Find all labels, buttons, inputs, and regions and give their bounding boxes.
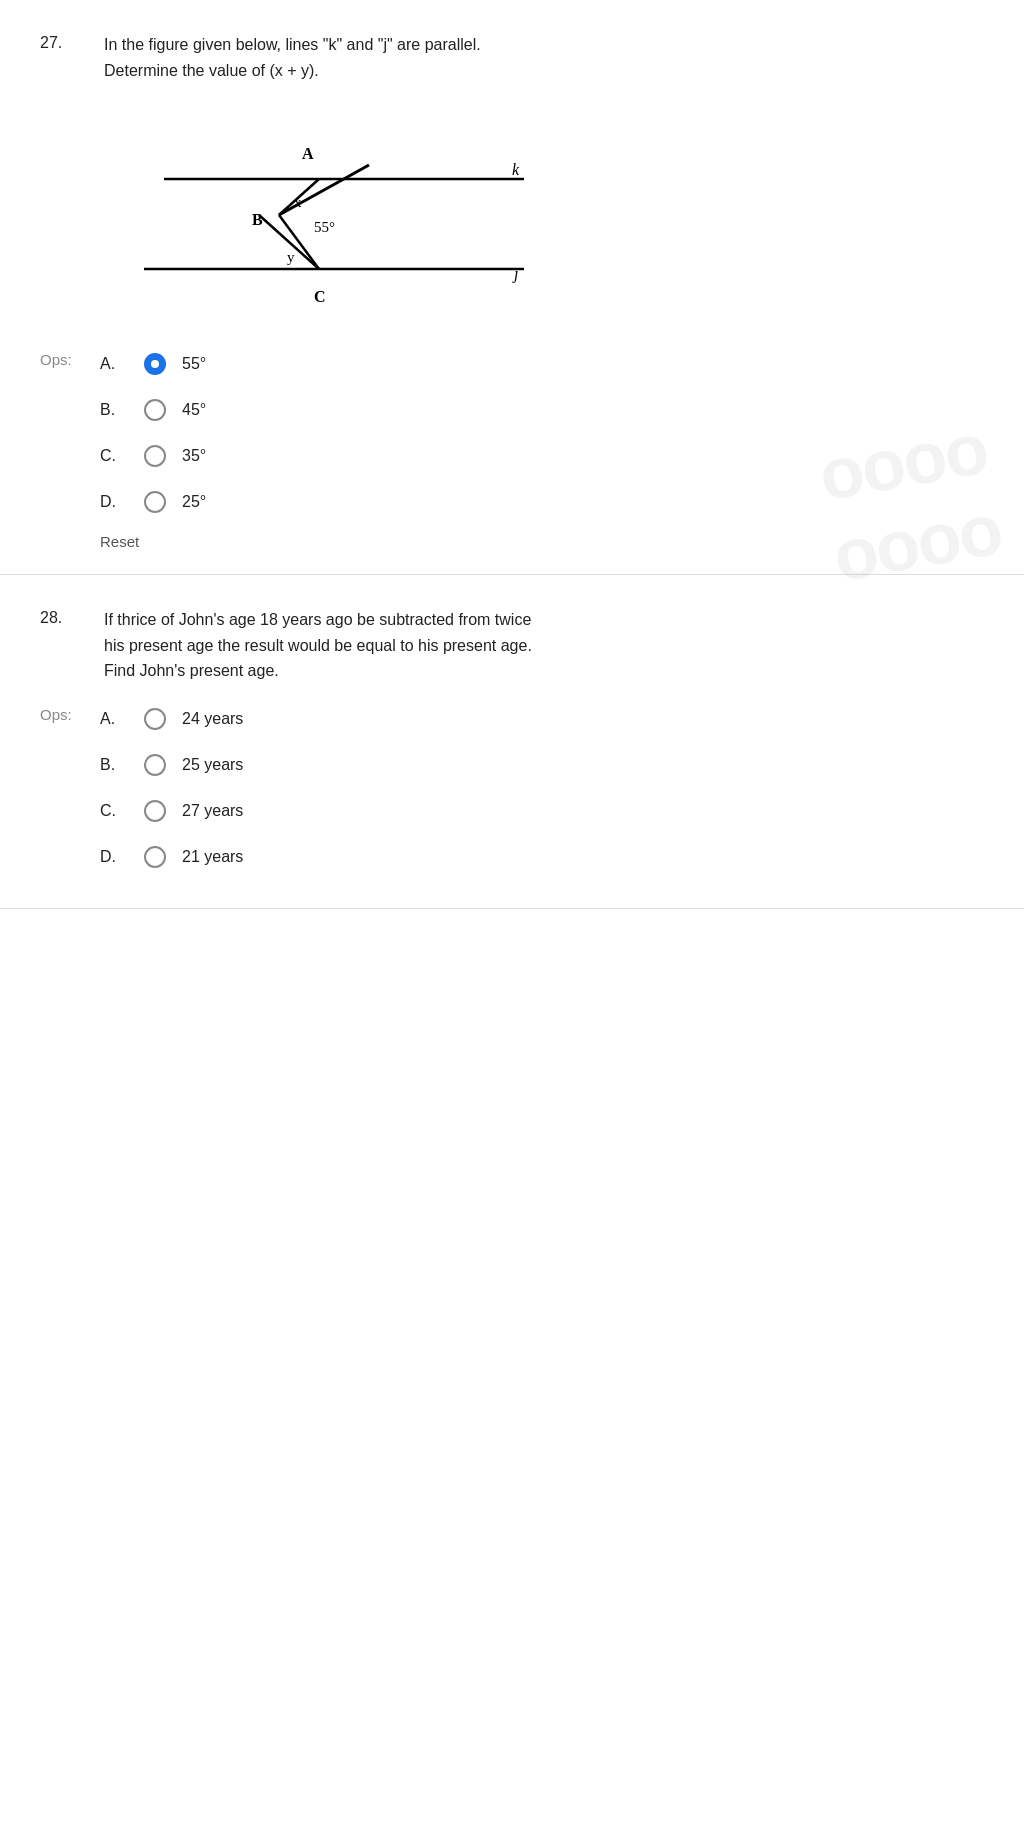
option-28-c[interactable]: C. 27 years — [100, 788, 243, 834]
option-28-b-text: 25 years — [182, 756, 243, 774]
option-27-d-letter: D. — [100, 493, 128, 511]
option-28-b-radio[interactable] — [144, 754, 166, 776]
option-27-c-radio[interactable] — [144, 445, 166, 467]
question-28-text: If thrice of John's age 18 years ago be … — [104, 607, 984, 684]
question-27-options: Ops: A. 55° B. 45° C. 35° — [40, 341, 984, 550]
ops-label-28: Ops: — [40, 696, 100, 723]
option-28-c-radio[interactable] — [144, 800, 166, 822]
option-27-b-radio[interactable] — [144, 399, 166, 421]
question-28-number: 28. — [40, 607, 80, 684]
svg-text:k: k — [512, 161, 520, 178]
question-27-figure: k A j B x 55° — [104, 107, 984, 317]
question-28-block: 28. If thrice of John's age 18 years ago… — [0, 575, 1024, 909]
reset-button-27[interactable]: Reset — [100, 533, 984, 550]
option-27-d-text: 25° — [182, 493, 206, 511]
options-list-28: A. 24 years B. 25 years C. 27 years D. — [100, 696, 243, 880]
option-27-c-letter: C. — [100, 447, 128, 465]
svg-text:55°: 55° — [314, 219, 335, 235]
question-28-options: Ops: A. 24 years B. 25 years C. 27 years — [40, 696, 984, 880]
ops-label-27: Ops: — [40, 341, 100, 368]
option-27-b-text: 45° — [182, 401, 206, 419]
svg-text:C: C — [314, 288, 326, 305]
option-27-d[interactable]: D. 25° — [100, 479, 206, 525]
svg-line-6 — [279, 165, 369, 215]
svg-text:y: y — [287, 249, 295, 265]
option-28-b-letter: B. — [100, 756, 128, 774]
option-28-a-text: 24 years — [182, 710, 243, 728]
option-27-a-letter: A. — [100, 355, 128, 373]
option-28-c-letter: C. — [100, 802, 128, 820]
option-27-c[interactable]: C. 35° — [100, 433, 206, 479]
option-27-c-text: 35° — [182, 447, 206, 465]
option-28-a-letter: A. — [100, 710, 128, 728]
svg-text:j: j — [512, 265, 519, 283]
option-28-a-radio[interactable] — [144, 708, 166, 730]
option-27-b[interactable]: B. 45° — [100, 387, 206, 433]
option-27-a-radio[interactable] — [144, 353, 166, 375]
option-28-a[interactable]: A. 24 years — [100, 696, 243, 742]
option-28-c-text: 27 years — [182, 802, 243, 820]
question-27-block: 27. In the figure given below, lines "k"… — [0, 0, 1024, 575]
svg-text:B: B — [252, 211, 263, 228]
option-28-d-radio[interactable] — [144, 846, 166, 868]
svg-text:A: A — [302, 145, 314, 162]
option-27-b-letter: B. — [100, 401, 128, 419]
option-27-d-radio[interactable] — [144, 491, 166, 513]
question-27-number: 27. — [40, 32, 80, 83]
option-27-a-text: 55° — [182, 355, 206, 373]
option-28-d-letter: D. — [100, 848, 128, 866]
svg-text:x: x — [294, 194, 302, 210]
option-28-d[interactable]: D. 21 years — [100, 834, 243, 880]
question-27-text: In the figure given below, lines "k" and… — [104, 32, 984, 83]
option-28-d-text: 21 years — [182, 848, 243, 866]
options-list-27: A. 55° B. 45° C. 35° D. — [100, 341, 206, 525]
svg-line-7 — [279, 215, 319, 269]
option-27-a[interactable]: A. 55° — [100, 341, 206, 387]
option-28-b[interactable]: B. 25 years — [100, 742, 243, 788]
